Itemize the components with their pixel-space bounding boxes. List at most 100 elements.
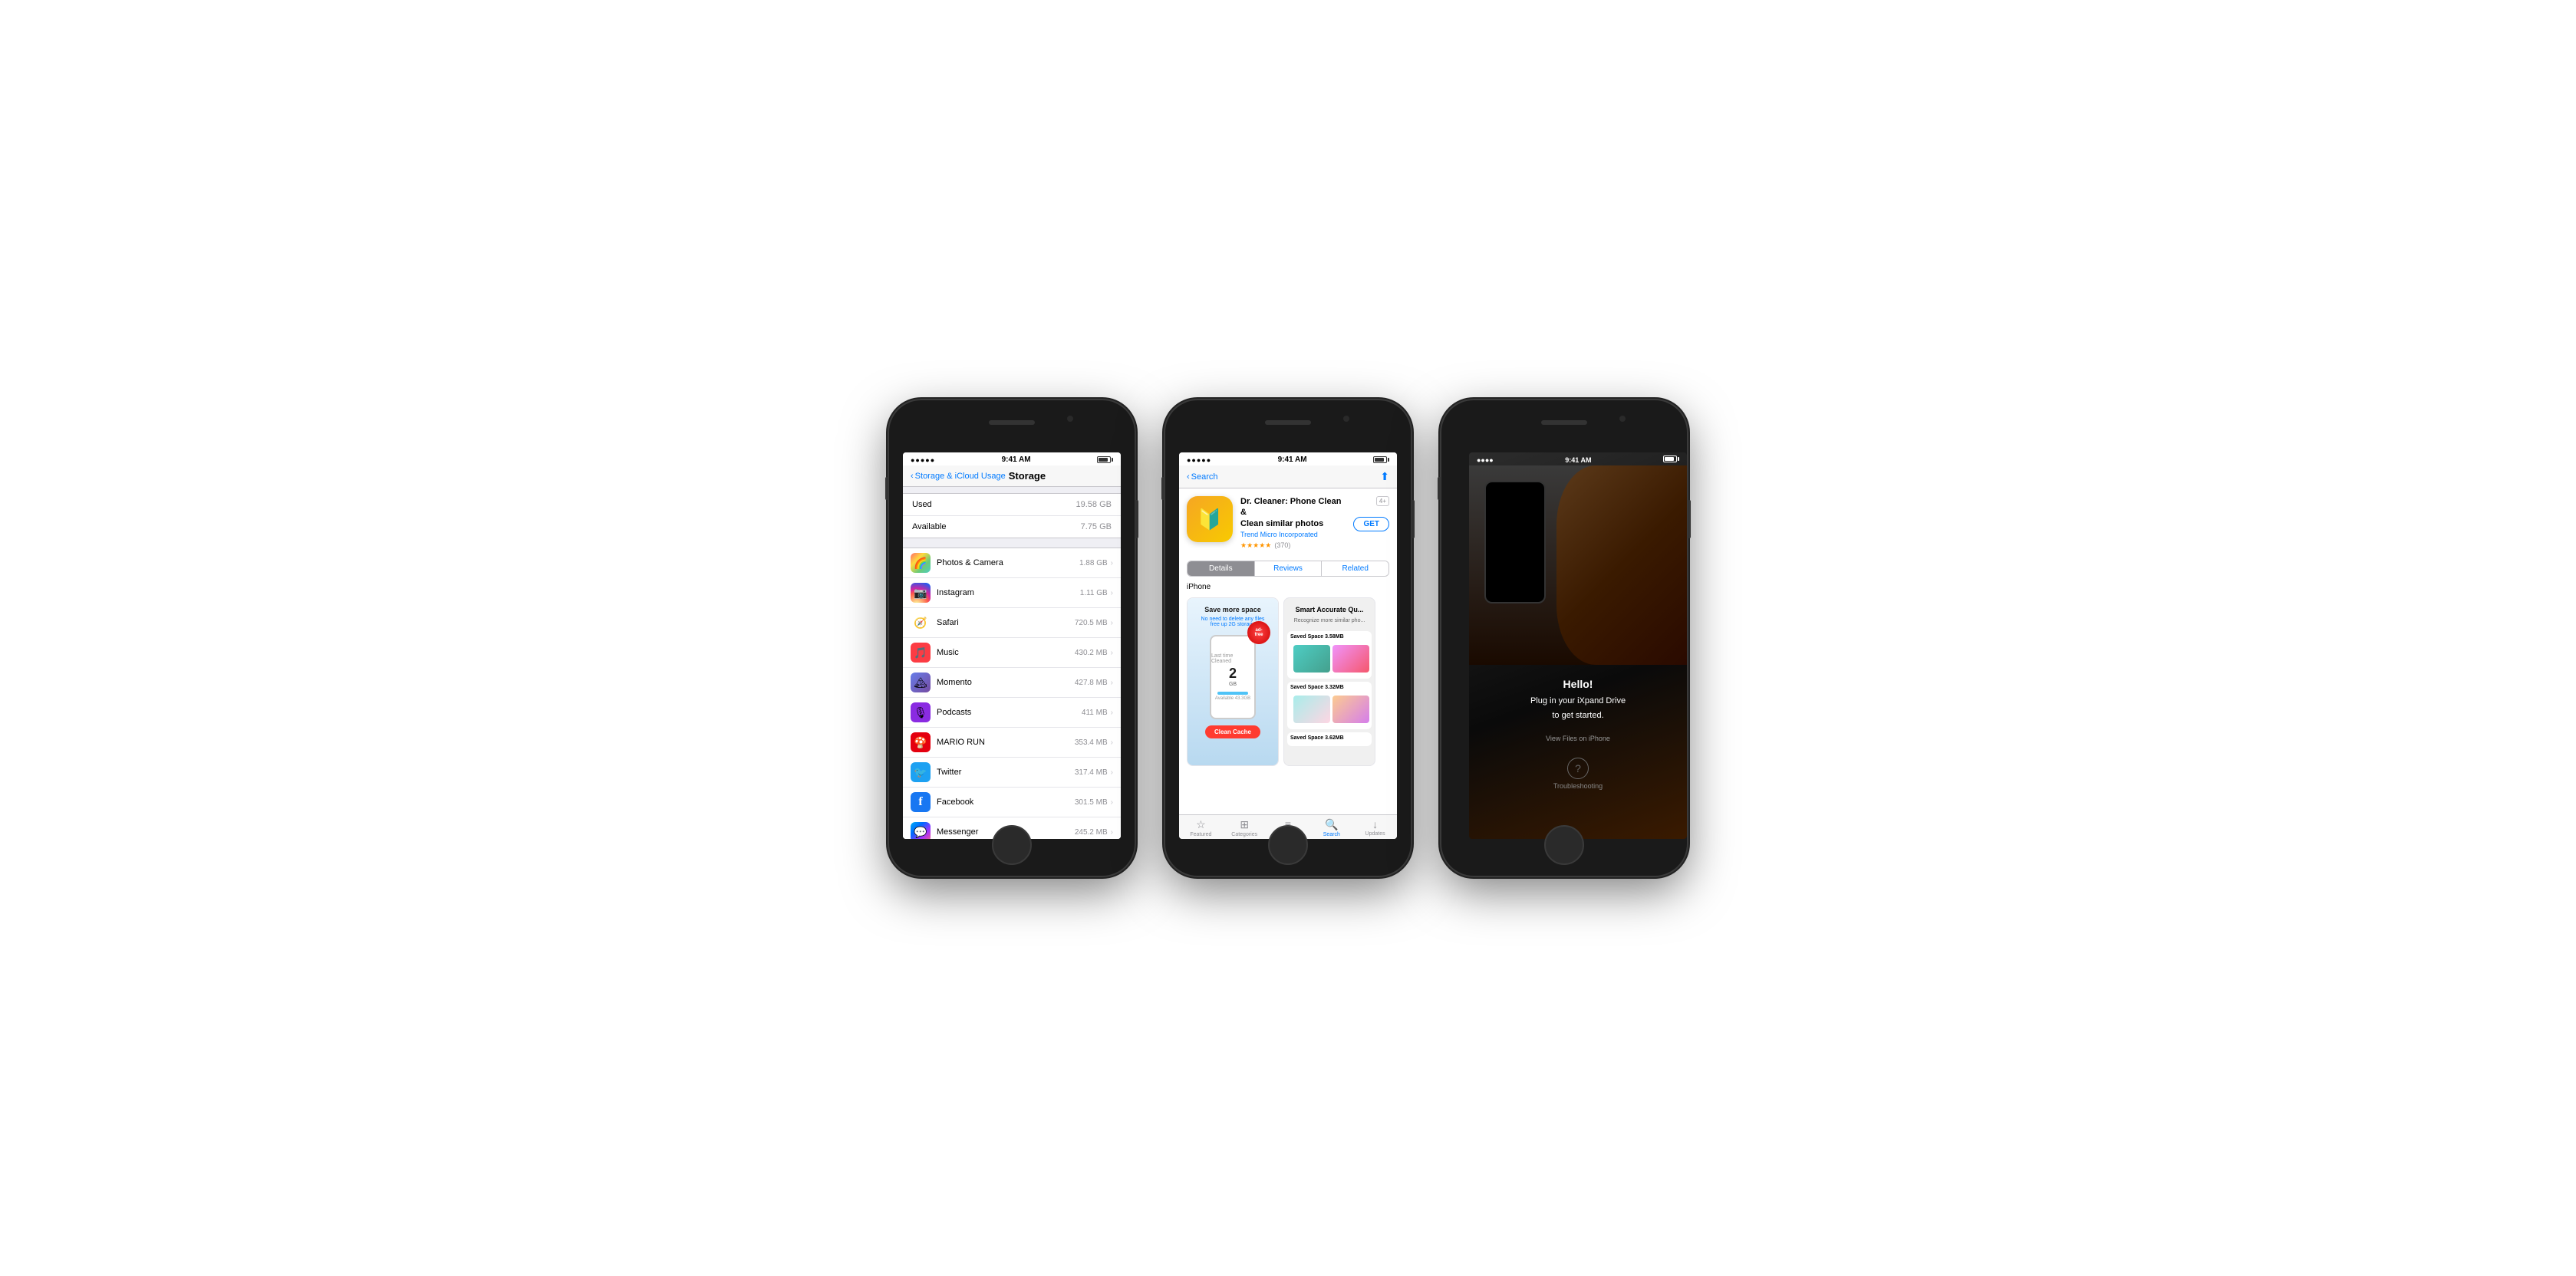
app-icon-large: 🔰: [1187, 496, 1233, 542]
chevron-left-icon-2: ‹: [1187, 472, 1190, 482]
app-size-3: 430.2 MB: [1075, 649, 1108, 657]
signal-2: ●●●●●: [1187, 456, 1211, 464]
speaker-2: [1265, 420, 1311, 425]
search-label: Search: [1323, 832, 1340, 837]
home-button-1[interactable]: [992, 825, 1032, 865]
page-title-1: Storage: [1009, 470, 1046, 482]
appstore-nav: ‹ Search ⬆: [1179, 465, 1397, 488]
available-value: 7.75 GB: [1081, 522, 1112, 531]
phone-3: ●●●● 9:41 AM Hello!: [1441, 400, 1687, 876]
help-icon[interactable]: ?: [1567, 758, 1589, 779]
app-size-0: 1.88 GB: [1079, 559, 1108, 567]
app-title: Dr. Cleaner: Phone Clean & Clean similar…: [1240, 496, 1346, 529]
thumb-land: [1332, 645, 1369, 673]
app-size-7: 317.4 MB: [1075, 768, 1108, 777]
screenshot-1: Save more space No need to delete any fi…: [1187, 597, 1279, 766]
app-size-8: 301.5 MB: [1075, 798, 1108, 807]
tab-categories[interactable]: ⊞ Categories: [1223, 818, 1267, 837]
camera-1: [1067, 416, 1073, 422]
status-bar-1: ●●●●● 9:41 AM: [903, 452, 1121, 465]
app-name-7: Twitter: [937, 768, 1075, 777]
phone-2: ●●●●● 9:41 AM ‹ Search ⬆: [1165, 400, 1411, 876]
featured-icon: ☆: [1196, 818, 1206, 831]
clean-cache-button[interactable]: Clean Cache: [1205, 725, 1260, 738]
categories-icon: ⊞: [1240, 818, 1249, 831]
app-row-6[interactable]: 🍄MARIO RUN353.4 MB›: [903, 728, 1121, 758]
ss1-phone-mock: Last time Cleaned 2 GB Available 43.3GB: [1210, 635, 1256, 719]
app-size-4: 427.8 MB: [1075, 679, 1108, 687]
chevron-icon-6: ›: [1111, 738, 1113, 747]
ss2-sub: Recognize more similar pho...: [1289, 618, 1370, 623]
chevron-icon-3: ›: [1111, 649, 1113, 657]
hello-text: Hello! Plug in your iXpand Drive to get …: [1515, 665, 1641, 725]
back-label-2[interactable]: Search: [1191, 472, 1218, 482]
time-2: 9:41 AM: [1278, 455, 1307, 464]
back-button-1[interactable]: ‹ Storage & iCloud Usage: [911, 472, 1006, 481]
get-button[interactable]: GET: [1353, 517, 1389, 531]
share-button[interactable]: ⬆: [1380, 470, 1389, 483]
tab-reviews[interactable]: Reviews: [1255, 561, 1323, 576]
rating-count: (370): [1274, 541, 1290, 549]
available-row: Available 7.75 GB: [903, 516, 1121, 538]
app-icon-safari: 🧭: [911, 613, 931, 633]
phone-1: ●●●●● 9:41 AM ‹ Storage & iCloud Usage S…: [889, 400, 1135, 876]
app-row-8[interactable]: fFacebook301.5 MB›: [903, 788, 1121, 817]
back-label-1[interactable]: Storage & iCloud Usage: [915, 472, 1006, 481]
hand-image: [1469, 465, 1687, 665]
tab-search[interactable]: 🔍 Search: [1309, 818, 1353, 837]
app-rating-row: ★★★★★ (370): [1240, 541, 1346, 550]
status-bar-2: ●●●●● 9:41 AM: [1179, 452, 1397, 465]
chevron-icon-5: ›: [1111, 709, 1113, 717]
storage-screen: ●●●●● 9:41 AM ‹ Storage & iCloud Usage S…: [903, 452, 1121, 839]
app-row-4[interactable]: 🏔Momento427.8 MB›: [903, 668, 1121, 698]
signal-3: ●●●●: [1477, 456, 1494, 464]
app-name-2: Safari: [937, 618, 1075, 627]
tab-details[interactable]: Details: [1188, 561, 1255, 576]
time-1: 9:41 AM: [1002, 455, 1031, 464]
app-size-2: 720.5 MB: [1075, 619, 1108, 627]
ss1-title: Save more space: [1204, 606, 1261, 615]
speaker-1: [989, 420, 1035, 425]
troubleshooting-section: ? Troubleshooting: [1553, 758, 1603, 790]
troubleshooting-label[interactable]: Troubleshooting: [1553, 782, 1603, 790]
appstore-screen: ●●●●● 9:41 AM ‹ Search ⬆: [1179, 452, 1397, 839]
app-row-0[interactable]: 🌈Photos & Camera1.88 GB›: [903, 548, 1121, 578]
battery-icons-2: [1373, 456, 1389, 463]
view-files-button[interactable]: View Files on iPhone: [1546, 735, 1610, 742]
tab-related[interactable]: Related: [1322, 561, 1388, 576]
iphone-label: iPhone: [1179, 580, 1397, 594]
chevron-icon-0: ›: [1111, 559, 1113, 567]
speaker-3: [1541, 420, 1587, 425]
featured-label: Featured: [1190, 832, 1211, 837]
tab-updates[interactable]: ↓ Updates: [1353, 818, 1397, 837]
back-button-2[interactable]: ‹ Search: [1187, 472, 1218, 482]
storage-nav: ‹ Storage & iCloud Usage Storage: [903, 465, 1121, 487]
app-icon-podcasts: 🎙: [911, 702, 931, 722]
app-row-2[interactable]: 🧭 Safari720.5 MB›: [903, 608, 1121, 638]
home-button-2[interactable]: [1268, 825, 1308, 865]
tab-featured[interactable]: ☆ Featured: [1179, 818, 1223, 837]
battery-3: [1663, 455, 1679, 462]
app-icon-twitter: 🐦: [911, 762, 931, 782]
app-size-5: 411 MB: [1082, 709, 1108, 717]
app-developer[interactable]: Trend Micro Incorporated: [1240, 531, 1346, 538]
app-name-8: Facebook: [937, 798, 1075, 807]
app-icon-music: 🎵: [911, 643, 931, 663]
app-row-7[interactable]: 🐦Twitter317.4 MB›: [903, 758, 1121, 788]
app-icon-mario: 🍄: [911, 732, 931, 752]
scene: ●●●●● 9:41 AM ‹ Storage & iCloud Usage S…: [858, 370, 1718, 906]
time-3: 9:41 AM: [1565, 456, 1591, 464]
app-row-5[interactable]: 🎙Podcasts411 MB›: [903, 698, 1121, 728]
app-size-1: 1.11 GB: [1080, 589, 1108, 597]
chevron-icon-2: ›: [1111, 619, 1113, 627]
ss2-title: Smart Accurate Qu...: [1289, 603, 1370, 618]
app-row-1[interactable]: 📷Instagram1.11 GB›: [903, 578, 1121, 608]
app-icon-momento: 🏔: [911, 673, 931, 692]
segment-tabs: Details Reviews Related: [1187, 561, 1389, 577]
hello-line2: Plug in your iXpand Drive: [1530, 696, 1626, 705]
app-row-3[interactable]: 🎵Music430.2 MB›: [903, 638, 1121, 668]
hello-line1: Hello!: [1563, 678, 1593, 690]
app-icon-facebook: f: [911, 792, 931, 812]
ixpand-content: ●●●● 9:41 AM Hello!: [1469, 452, 1687, 839]
screenshots-container: Save more space No need to delete any fi…: [1179, 594, 1397, 814]
